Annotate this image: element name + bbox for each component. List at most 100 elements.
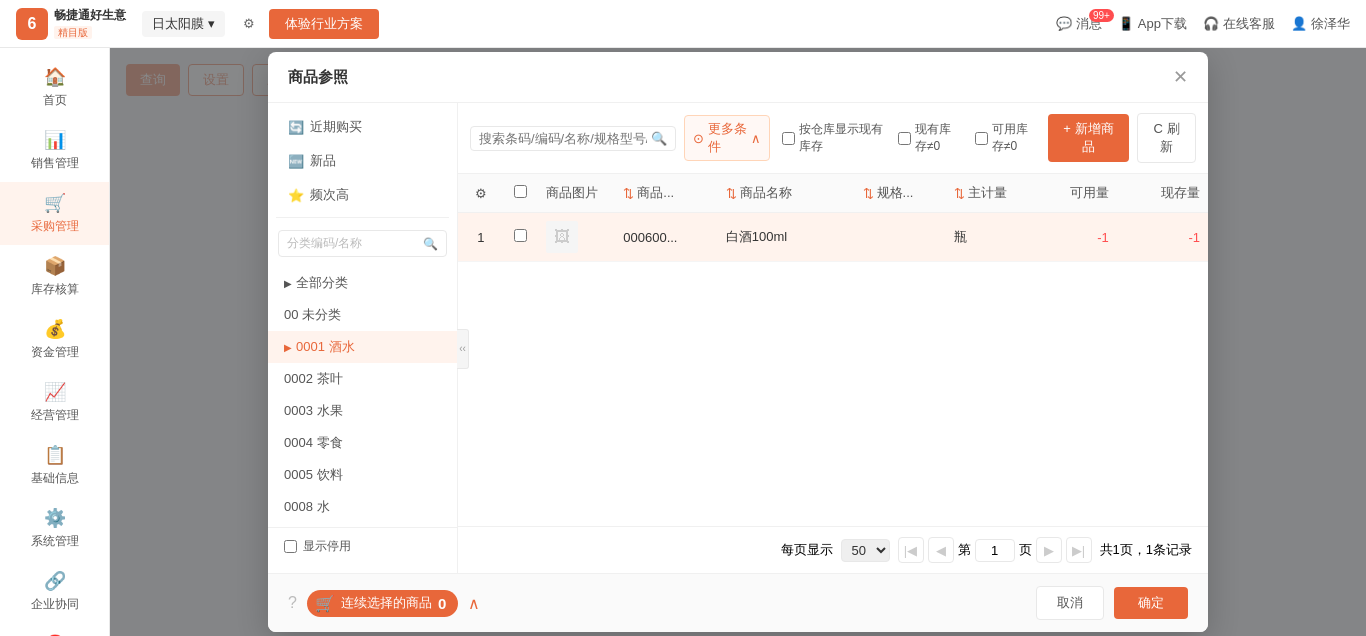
frequent-tab[interactable]: ⭐ 频次高 (276, 179, 449, 211)
product-code-cell: 000600... (615, 213, 718, 262)
message-icon: 💬 (1056, 16, 1072, 31)
modal-body: 🔄 近期购买 🆕 新品 ⭐ 频次高 (268, 103, 1208, 573)
confirm-button[interactable]: 确定 (1114, 587, 1188, 619)
sidebar-item-guide[interactable]: 🎯 新手引导 (0, 623, 109, 636)
sidebar-item-label: 系统管理 (31, 533, 79, 550)
th-available: 可用量 (1026, 174, 1117, 213)
sales-icon: 📊 (44, 129, 66, 151)
category-item-all[interactable]: ▶ 全部分类 (268, 267, 457, 299)
category-label: 全部分类 (296, 274, 348, 292)
image-placeholder-icon: 🖼 (554, 228, 570, 246)
row-checkbox-cell[interactable] (504, 213, 538, 262)
sidebar-item-home[interactable]: 🏠 首页 (0, 56, 109, 119)
last-page-button[interactable]: ▶| (1066, 537, 1092, 563)
warehouse-filter-checkbox[interactable] (782, 132, 795, 145)
sidebar-item-label: 库存核算 (31, 281, 79, 298)
row-checkbox[interactable] (514, 229, 527, 242)
sidebar-item-enterprise[interactable]: 🔗 企业协同 (0, 560, 109, 623)
collapse-up-icon[interactable]: ∧ (468, 594, 480, 613)
product-image-cell: 🖼 (538, 213, 616, 262)
category-search-box[interactable]: 分类编码/名称 🔍 (278, 230, 447, 257)
recent-purchase-tab[interactable]: 🔄 近期购买 (276, 111, 449, 143)
table-row[interactable]: 1 🖼 (458, 213, 1208, 262)
nav-selector[interactable]: 日太阳膜 ▾ (142, 11, 225, 37)
home-icon: 🏠 (44, 66, 66, 88)
cancel-button[interactable]: 取消 (1036, 586, 1104, 620)
select-all-checkbox[interactable] (514, 185, 527, 198)
frequent-label: 频次高 (310, 186, 349, 204)
category-item-water[interactable]: 0008 水 (268, 491, 457, 523)
sidebar-item-purchase[interactable]: 🛒 采购管理 (0, 182, 109, 245)
sidebar-item-inventory[interactable]: 📦 库存核算 (0, 245, 109, 308)
show-disabled-label[interactable]: 显示停用 (284, 538, 441, 555)
nav-selector-text: 日太阳膜 (152, 15, 204, 33)
page-size-label: 每页显示 (781, 541, 833, 559)
category-item-snack[interactable]: 0004 零食 (268, 427, 457, 459)
available-stock-checkbox[interactable] (898, 132, 911, 145)
product-stock-cell: -1 (1117, 213, 1208, 262)
product-reference-modal: 商品参照 ✕ 🔄 近期购买 🆕 (268, 52, 1208, 632)
add-product-button[interactable]: + 新增商品 (1048, 114, 1129, 162)
close-icon[interactable]: ✕ (1173, 66, 1188, 88)
user-nav-item[interactable]: 👤 徐泽华 (1291, 15, 1350, 33)
warehouse-filter-label[interactable]: 按仓库显示现有库存 (782, 121, 886, 155)
nav-right: 💬 消息 99+ 📱 App下载 🎧 在线客服 👤 徐泽华 (1056, 15, 1350, 33)
sidebar-item-label: 资金管理 (31, 344, 79, 361)
th-unit[interactable]: ⇅ 主计量 (946, 174, 1026, 213)
product-table-container: ⚙ 商品图片 (458, 174, 1208, 526)
refresh-button[interactable]: C 刷新 (1137, 113, 1196, 163)
sidebar-item-business[interactable]: 📈 经营管理 (0, 371, 109, 434)
first-page-button[interactable]: |◀ (898, 537, 924, 563)
th-settings[interactable]: ⚙ (458, 174, 504, 213)
sidebar-item-system[interactable]: ⚙️ 系统管理 (0, 497, 109, 560)
available-stock-filter-label[interactable]: 现有库存≠0 (898, 121, 963, 155)
star-icon: ⭐ (288, 188, 304, 203)
trial-button[interactable]: 体验行业方案 (269, 9, 379, 39)
sidebar-item-finance[interactable]: 💰 资金管理 (0, 308, 109, 371)
product-table: ⚙ 商品图片 (458, 174, 1208, 262)
page-number-input[interactable] (975, 539, 1015, 562)
category-item-fruit[interactable]: 0003 水果 (268, 395, 457, 427)
show-disabled-text: 显示停用 (303, 538, 351, 555)
gear-icon[interactable]: ⚙ (233, 8, 265, 40)
product-search-box[interactable]: 🔍 (470, 126, 676, 151)
page-size-select[interactable]: 50 (841, 539, 890, 562)
cart-icon: 🛒 (315, 594, 335, 613)
sidebar-item-label: 销售管理 (31, 155, 79, 172)
more-filter-button[interactable]: ⊙ 更多条件 ∧ (684, 115, 770, 161)
help-icon[interactable]: ? (288, 594, 297, 612)
system-icon: ⚙️ (44, 507, 66, 529)
basic-icon: 📋 (44, 444, 66, 466)
prev-page-button[interactable]: ◀ (928, 537, 954, 563)
continuous-select-label: 连续选择的商品 (341, 594, 432, 612)
category-item-beverage[interactable]: 0005 饮料 (268, 459, 457, 491)
app-download-nav-item[interactable]: 📱 App下载 (1118, 15, 1187, 33)
new-product-tab[interactable]: 🆕 新品 (276, 145, 449, 177)
th-product-image: 商品图片 (538, 174, 616, 213)
modal-footer: ? 🛒 连续选择的商品 0 ∧ 取消 确定 (268, 573, 1208, 632)
left-panel: 🔄 近期购买 🆕 新品 ⭐ 频次高 (268, 103, 458, 573)
online-service-nav-item[interactable]: 🎧 在线客服 (1203, 15, 1275, 33)
page-suffix: 页 (1019, 541, 1032, 559)
sidebar-item-basic[interactable]: 📋 基础信息 (0, 434, 109, 497)
sidebar-item-sales[interactable]: 📊 销售管理 (0, 119, 109, 182)
message-nav-item[interactable]: 💬 消息 99+ (1056, 15, 1102, 33)
show-disabled-checkbox[interactable] (284, 540, 297, 553)
footer-left: ? 🛒 连续选择的商品 0 ∧ (288, 590, 480, 617)
collapse-panel-button[interactable]: ‹‹ (457, 329, 469, 369)
th-spec[interactable]: ⇅ 规格... (855, 174, 946, 213)
category-item-tea[interactable]: 0002 茶叶 (268, 363, 457, 395)
th-stock: 现存量 (1117, 174, 1208, 213)
category-item-unclassified[interactable]: 00 未分类 (268, 299, 457, 331)
next-page-button[interactable]: ▶ (1036, 537, 1062, 563)
page-label: 第 (958, 541, 971, 559)
category-item-alcohol[interactable]: ▶ 0001 酒水 (268, 331, 457, 363)
usable-stock-filter-label[interactable]: 可用库存≠0 (975, 121, 1040, 155)
th-product-name[interactable]: ⇅ 商品名称 (718, 174, 855, 213)
product-search-input[interactable] (479, 131, 647, 146)
left-panel-tabs: 🔄 近期购买 🆕 新品 ⭐ 频次高 (268, 111, 457, 211)
enterprise-icon: 🔗 (44, 570, 66, 592)
usable-stock-checkbox[interactable] (975, 132, 988, 145)
sort-icon: ⇅ (863, 186, 874, 201)
th-product-code[interactable]: ⇅ 商品... (615, 174, 718, 213)
